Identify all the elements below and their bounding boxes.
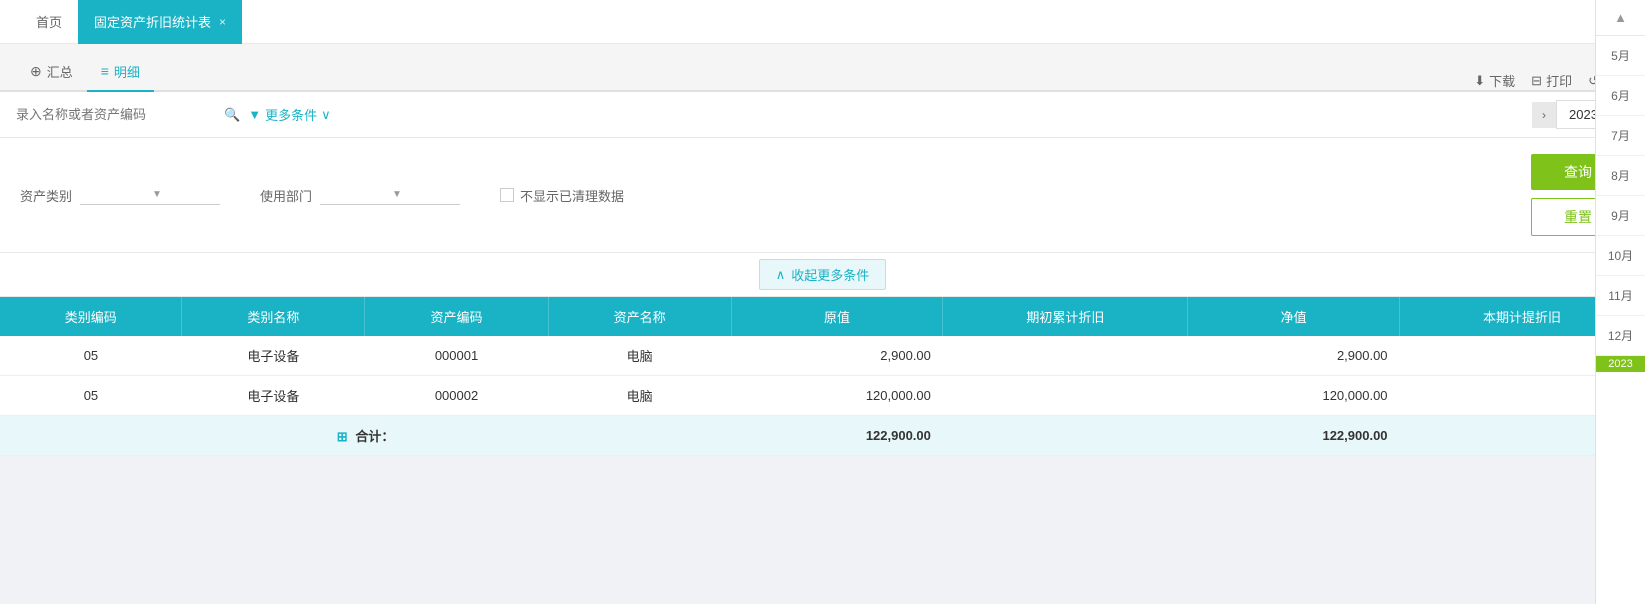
filter-icon: ▼ [248, 107, 261, 122]
row2-asset-name: 电脑 [548, 376, 731, 416]
month-10[interactable]: 10月 [1596, 236, 1645, 276]
hide-cleared-checkbox[interactable] [500, 188, 514, 202]
row2-asset-code: 000002 [365, 376, 548, 416]
col-category-name: 类别名称 [182, 297, 365, 336]
tab-bar: ⊕ 汇总 ≡ 明细 ⬇ 下载 ⊟ 打印 ↺ 刷新 [0, 44, 1645, 92]
total-net-value: 122,900.00 [1188, 416, 1400, 456]
collapse-button[interactable]: ∧ 收起更多条件 [759, 259, 887, 290]
month-9[interactable]: 9月 [1596, 196, 1645, 236]
total-row: ⊞ 合计： 122,900.00 122,900.00 [0, 416, 1645, 456]
download-button[interactable]: ⬇ 下载 [1474, 71, 1515, 90]
row2-accumulated [943, 376, 1188, 416]
tab-close-icon[interactable]: × [219, 15, 226, 29]
table-header-row: 类别编码 类别名称 资产编码 资产名称 原值 期初累计折旧 净值 本期计提折旧 [0, 297, 1645, 336]
search-bar: 🔍 ▼ 更多条件 ∨ › 2023.01 [0, 92, 1645, 138]
month-8[interactable]: 8月 [1596, 156, 1645, 196]
collapse-label: 收起更多条件 [791, 265, 869, 284]
col-asset-code: 资产编码 [365, 297, 548, 336]
download-label: 下载 [1489, 71, 1515, 90]
hide-cleared-label: 不显示已清理数据 [520, 186, 624, 205]
row1-asset-name: 电脑 [548, 336, 731, 376]
collapse-icon: ∧ [776, 267, 786, 283]
row2-net-value: 120,000.00 [1188, 376, 1400, 416]
tab-summary[interactable]: ⊕ 汇总 [16, 52, 87, 92]
table-container: 类别编码 类别名称 资产编码 资产名称 原值 期初累计折旧 净值 本期计提折旧 … [0, 297, 1645, 604]
row1-net-value: 2,900.00 [1188, 336, 1400, 376]
col-accumulated-depreciation: 期初累计折旧 [943, 297, 1188, 336]
asset-category-label: 资产类别 [20, 186, 72, 205]
tab-summary-label: 汇总 [47, 62, 73, 81]
asset-category-arrow-icon: ▼ [152, 189, 220, 200]
hide-cleared-group: 不显示已清理数据 [500, 186, 624, 205]
row2-category-name: 电子设备 [182, 376, 365, 416]
tab-detail-label: 明细 [114, 62, 140, 81]
total-label: 合计： [355, 429, 394, 444]
department-label: 使用部门 [260, 186, 312, 205]
col-category-code: 类别编码 [0, 297, 182, 336]
month-12[interactable]: 12月 [1596, 316, 1645, 356]
detail-icon: ≡ [101, 63, 109, 79]
right-panel: ▲ 5月 6月 7月 8月 9月 10月 11月 12月 2023 [1595, 0, 1645, 604]
department-select[interactable]: ▼ [320, 185, 460, 205]
search-input[interactable] [16, 107, 216, 122]
depreciation-table: 类别编码 类别名称 资产编码 资产名称 原值 期初累计折旧 净值 本期计提折旧 … [0, 297, 1645, 456]
month-7[interactable]: 7月 [1596, 116, 1645, 156]
row1-original-value: 2,900.00 [731, 336, 943, 376]
year-badge: 2023 [1596, 356, 1645, 372]
month-5[interactable]: 5月 [1596, 36, 1645, 76]
print-icon: ⊟ [1531, 73, 1542, 89]
department-arrow-icon: ▼ [392, 189, 460, 200]
total-original-value: 122,900.00 [731, 416, 943, 456]
home-link[interactable]: 首页 [20, 12, 78, 31]
filter-row: 资产类别 ▼ 使用部门 ▼ 不显示已清理数据 查询 重置 [20, 154, 1625, 236]
row1-category-name: 电子设备 [182, 336, 365, 376]
search-icon[interactable]: 🔍 [224, 107, 240, 123]
print-label: 打印 [1546, 71, 1572, 90]
chevron-down-icon: ∨ [321, 107, 331, 123]
col-net-value: 净值 [1188, 297, 1400, 336]
asset-category-group: 资产类别 ▼ [20, 185, 220, 205]
print-button[interactable]: ⊟ 打印 [1531, 71, 1572, 90]
asset-category-select[interactable]: ▼ [80, 185, 220, 205]
tab-title: 固定资产折旧统计表 [94, 12, 211, 31]
month-11[interactable]: 11月 [1596, 276, 1645, 316]
row2-original-value: 120,000.00 [731, 376, 943, 416]
table-row: 05 电子设备 000002 电脑 120,000.00 120,000.00 [0, 376, 1645, 416]
row2-category-code: 05 [0, 376, 182, 416]
row1-accumulated [943, 336, 1188, 376]
more-filters-button[interactable]: ▼ 更多条件 ∨ [248, 105, 330, 124]
total-icon: ⊞ [337, 429, 348, 444]
month-6[interactable]: 6月 [1596, 76, 1645, 116]
summary-icon: ⊕ [30, 63, 42, 80]
more-filters-label: 更多条件 [265, 105, 317, 124]
date-nav-arrow[interactable]: › [1532, 102, 1556, 128]
collapse-row: ∧ 收起更多条件 [0, 253, 1645, 297]
department-group: 使用部门 ▼ [260, 185, 460, 205]
total-label-cell: ⊞ 合计： [0, 416, 731, 456]
filter-panel: 资产类别 ▼ 使用部门 ▼ 不显示已清理数据 查询 重置 [0, 138, 1645, 253]
col-asset-name: 资产名称 [548, 297, 731, 336]
tab-detail[interactable]: ≡ 明细 [87, 52, 154, 92]
col-original-value: 原值 [731, 297, 943, 336]
row1-category-code: 05 [0, 336, 182, 376]
active-tab[interactable]: 固定资产折旧统计表 × [78, 0, 242, 44]
scroll-up-button[interactable]: ▲ [1596, 0, 1645, 36]
total-accumulated [943, 416, 1188, 456]
table-row: 05 电子设备 000001 电脑 2,900.00 2,900.00 [0, 336, 1645, 376]
scroll-up-icon: ▲ [1614, 10, 1627, 25]
row1-asset-code: 000001 [365, 336, 548, 376]
download-icon: ⬇ [1474, 73, 1485, 89]
top-nav: 首页 固定资产折旧统计表 × ✕ [0, 0, 1645, 44]
